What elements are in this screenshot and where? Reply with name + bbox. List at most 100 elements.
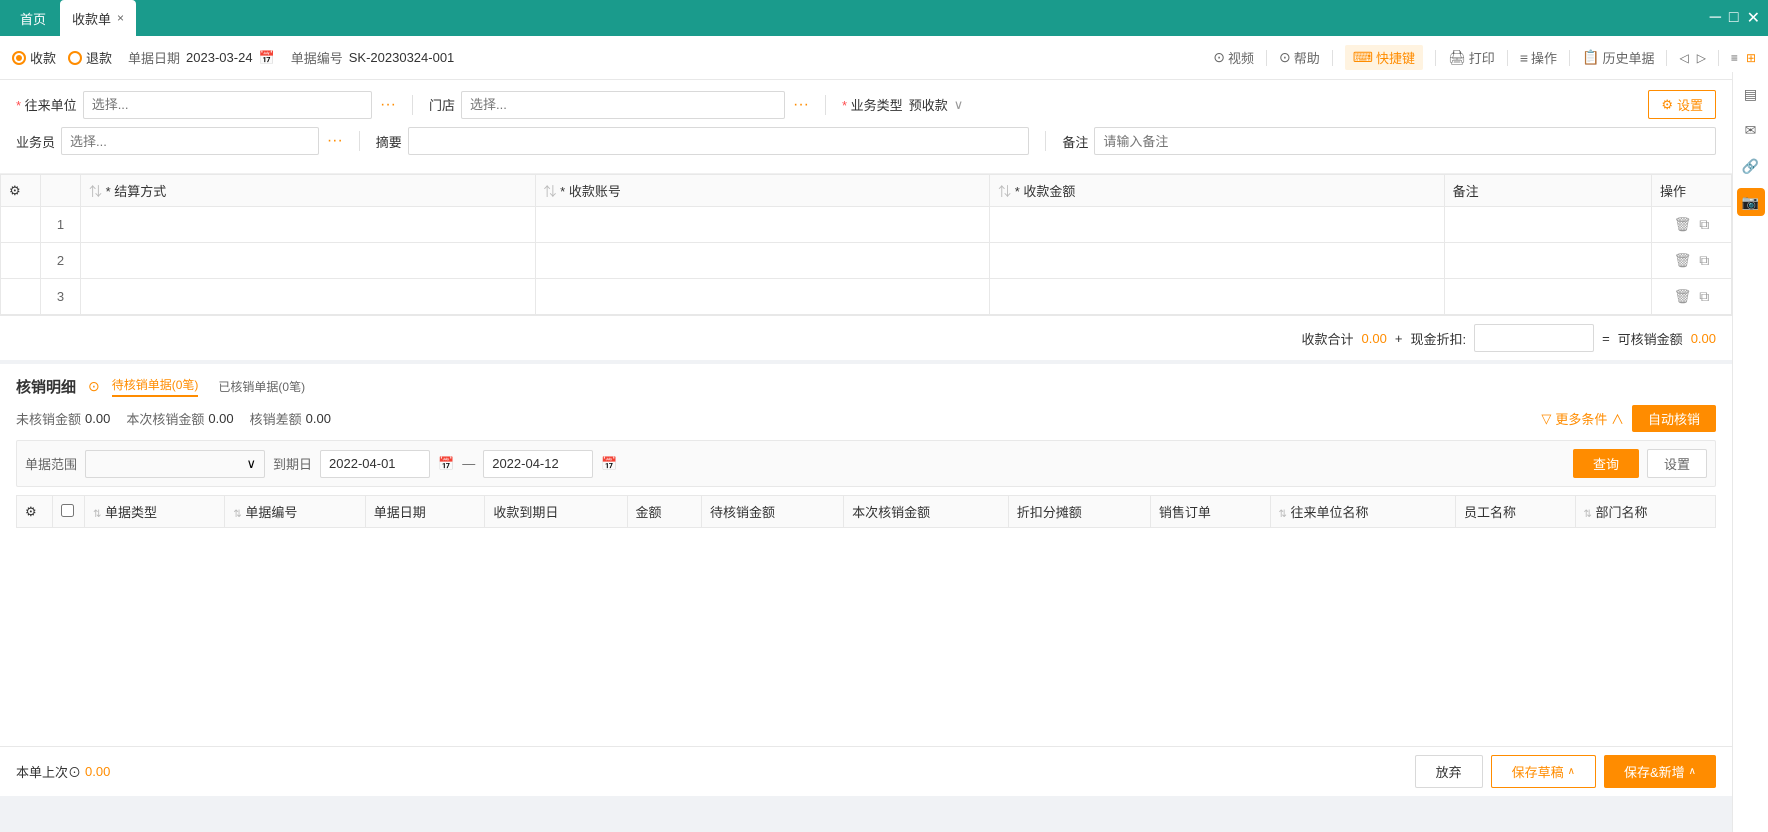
radio-refund-dot (68, 51, 82, 65)
sidebar-email-icon[interactable]: ✉ (1737, 116, 1765, 144)
save-draft-label: 保存草稿 (1512, 762, 1564, 781)
save-draft-button[interactable]: 保存草稿 ∧ (1491, 755, 1596, 788)
vcol-amount: 金额 (627, 496, 702, 528)
row-account-3[interactable] (535, 279, 990, 315)
table-footer: 收款合计 0.00 + 现金折扣: = 可核销金额 0.00 (0, 315, 1732, 360)
date-end-input[interactable] (483, 450, 593, 478)
form-section: 往来单位 ··· 门店 ··· 业务类型 预收款 ∨ (0, 80, 1732, 174)
verify-info-icon[interactable]: ⊙ (88, 378, 100, 395)
verify-tab-pending[interactable]: 待核销单据(0笔) (112, 376, 199, 397)
row-delete-btn-2[interactable]: 🗑 (1672, 250, 1694, 271)
remark-field: 备注 (1062, 127, 1716, 155)
row-remark-3[interactable] (1444, 279, 1651, 315)
discount-input[interactable] (1474, 324, 1594, 352)
ops-btn[interactable]: ≡ 操作 (1520, 48, 1557, 67)
help-btn[interactable]: ⊙ 帮助 (1279, 48, 1320, 67)
tab-close-icon[interactable]: × (117, 11, 124, 25)
sort-icon: ⇅ (1279, 509, 1287, 520)
select-all-checkbox[interactable] (61, 504, 74, 517)
row-amount-2[interactable] (990, 243, 1445, 279)
row-remark-2[interactable] (1444, 243, 1651, 279)
counterparty-more-btn[interactable]: ··· (380, 96, 396, 114)
shortcut-icon: ⌨ (1353, 49, 1373, 66)
nav-prev-icon[interactable]: ◁ (1679, 51, 1688, 65)
sidebar-link-icon[interactable]: 🔗 (1737, 152, 1765, 180)
verify-table: ⚙ ⇅ 单据类型 ⇅ 单据编号 单据日期 收款到期日 金额 待核销金额 本次核销… (16, 495, 1716, 528)
date-row-actions: 查询 设置 (1573, 449, 1707, 478)
video-btn[interactable]: ⊙ 视频 (1213, 48, 1254, 67)
layout-grid-icon[interactable]: ⊞ (1746, 51, 1756, 65)
query-btn[interactable]: 查询 (1573, 449, 1639, 478)
receipt-table: ⚙ ⇅ * 结算方式 ⇅ * 收款账号 ⇅ * 收款金额 备注 操作 (0, 174, 1732, 315)
row-amount-3[interactable] (990, 279, 1445, 315)
layout-list-icon[interactable]: ≡ (1731, 51, 1738, 65)
row-settlement-1[interactable] (81, 207, 536, 243)
save-new-button[interactable]: 保存&新增 ∧ (1604, 755, 1716, 788)
row-ops-1: 🗑 ⧉ (1652, 207, 1732, 243)
vcol-dept: ⇅ 部门名称 (1575, 496, 1715, 528)
sidebar-table-icon[interactable]: ▤ (1737, 80, 1765, 108)
range-select[interactable]: ∨ (85, 450, 265, 478)
date-start-input[interactable] (320, 450, 430, 478)
vcol-pending: 待核销金额 (702, 496, 844, 528)
col-rownum-header (41, 175, 81, 207)
history-btn[interactable]: 📋 历史单据 (1582, 48, 1654, 67)
staff-input[interactable] (61, 127, 319, 155)
radio-receipt[interactable]: 收款 (12, 48, 56, 67)
settings-button[interactable]: ⚙ 设置 (1648, 90, 1716, 119)
row-copy-btn-1[interactable]: ⧉ (1697, 214, 1711, 235)
row-remark-1[interactable] (1444, 207, 1651, 243)
divider2 (1332, 50, 1333, 66)
row-settlement-2[interactable] (81, 243, 536, 279)
calendar-icon-start[interactable]: 📅 (438, 456, 454, 472)
staff-more-btn[interactable]: ··· (327, 132, 343, 150)
col-account-header: ⇅ * 收款账号 (535, 175, 990, 207)
window-close-icon[interactable]: ✕ (1747, 8, 1760, 28)
row-copy-btn-2[interactable]: ⧉ (1697, 250, 1711, 271)
row-copy-btn-3[interactable]: ⧉ (1697, 286, 1711, 307)
discount-label: 现金折扣: (1410, 329, 1466, 348)
help-label: 帮助 (1294, 48, 1320, 67)
col-settings-header[interactable]: ⚙ (1, 175, 41, 207)
discard-button[interactable]: 放弃 (1415, 755, 1483, 788)
calendar-icon[interactable]: 📅 (259, 50, 275, 66)
summary-input[interactable] (408, 127, 1030, 155)
counterparty-input[interactable] (83, 91, 372, 119)
tab-active[interactable]: 收款单 × (60, 0, 136, 36)
print-icon: 🖨 (1448, 49, 1466, 66)
verify-tab-done[interactable]: 已核销单据(0笔) (218, 378, 305, 395)
shortcut-label: 快捷键 (1376, 48, 1415, 67)
store-more-btn[interactable]: ··· (793, 96, 809, 114)
row-delete-btn-1[interactable]: 🗑 (1672, 214, 1694, 235)
window-maximize-icon[interactable]: □ (1729, 9, 1739, 27)
vcol-sales-order: 销售订单 (1150, 496, 1270, 528)
row-settlement-3[interactable] (81, 279, 536, 315)
row-num-3: 3 (41, 279, 81, 315)
row-delete-btn-3[interactable]: 🗑 (1672, 286, 1694, 307)
window-minimize-icon[interactable]: ─ (1710, 9, 1721, 27)
print-btn[interactable]: 🖨 打印 (1448, 48, 1495, 67)
auto-verify-btn[interactable]: 自动核销 (1632, 405, 1716, 432)
calendar-icon-end[interactable]: 📅 (601, 456, 617, 472)
due-date-label: 到期日 (273, 454, 312, 473)
remark-input[interactable] (1094, 127, 1716, 155)
tab-bar: 首页 收款单 × ─ □ ✕ (0, 0, 1768, 36)
row-account-2[interactable] (535, 243, 990, 279)
right-sidebar: ▤ ✉ 🔗 📷 (1732, 72, 1768, 832)
verify-settings-btn[interactable]: 设置 (1647, 449, 1707, 478)
vcol-checkbox[interactable] (53, 496, 85, 528)
store-input[interactable] (461, 91, 785, 119)
stat-diff-label: 核销差额 (250, 409, 302, 428)
staff-field: 业务员 ··· (16, 127, 343, 155)
business-type-arrow[interactable]: ∨ (954, 97, 964, 113)
content-area: 往来单位 ··· 门店 ··· 业务类型 预收款 ∨ (0, 80, 1768, 796)
row-amount-1[interactable] (990, 207, 1445, 243)
sidebar-camera-icon[interactable]: 📷 (1737, 188, 1765, 216)
shortcut-btn[interactable]: ⌨ 快捷键 (1345, 45, 1423, 70)
tab-home[interactable]: 首页 (8, 0, 58, 36)
row-account-1[interactable] (535, 207, 990, 243)
more-conditions-btn[interactable]: ▽ 更多条件 ∧ (1541, 409, 1624, 428)
radio-refund[interactable]: 退款 (68, 48, 112, 67)
vcol-settings[interactable]: ⚙ (17, 496, 53, 528)
nav-next-icon[interactable]: ▷ (1697, 51, 1706, 65)
